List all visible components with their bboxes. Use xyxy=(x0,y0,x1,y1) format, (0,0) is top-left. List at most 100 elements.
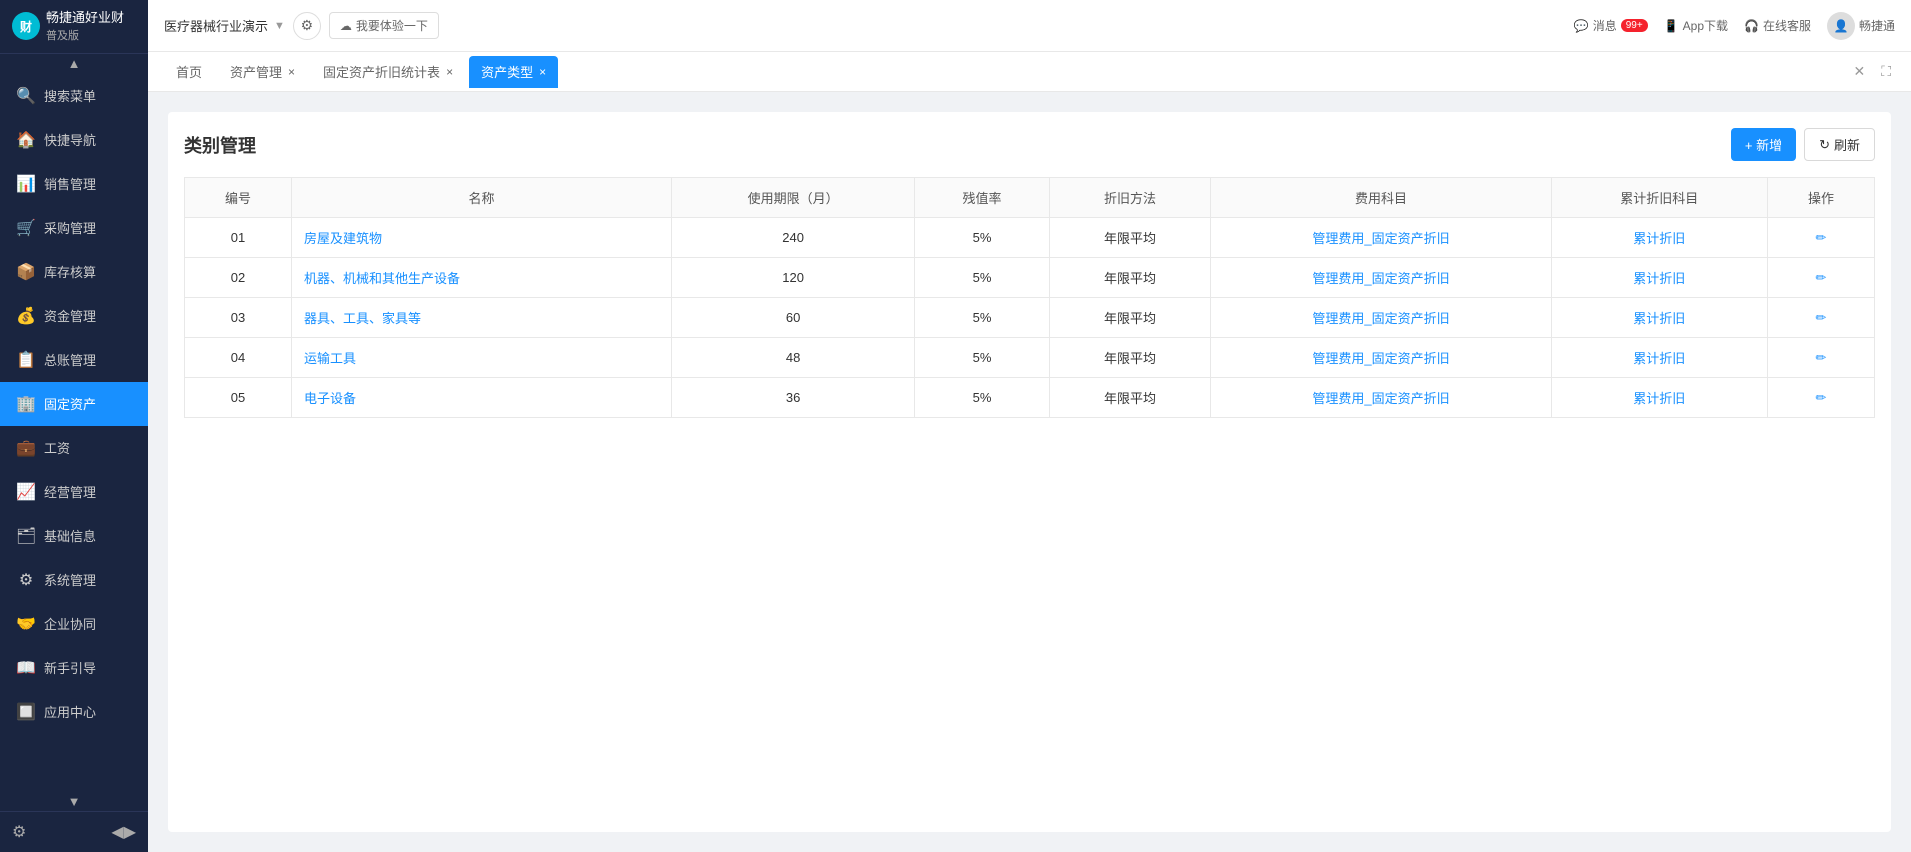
ledger-icon: 📋 xyxy=(16,350,36,370)
sidebar-nav: 🔍 搜索菜单 🏠 快捷导航 📊 销售管理 🛒 采购管理 📦 库存核算 💰 资金管… xyxy=(0,74,148,791)
cell-edit-4[interactable]: ✏ xyxy=(1767,378,1874,418)
close-window-icon[interactable]: ✕ xyxy=(1849,59,1869,84)
fixed-assets-icon: 🏢 xyxy=(16,394,36,414)
cell-residual-2: 5% xyxy=(915,298,1049,338)
company-selector[interactable]: 医疗器械行业演示 ▼ xyxy=(164,16,285,35)
notification-action[interactable]: 💬 消息 99+ xyxy=(1574,17,1648,34)
cell-method-0: 年限平均 xyxy=(1049,218,1211,258)
cell-name-4: 电子设备 xyxy=(292,378,672,418)
cell-period-1: 120 xyxy=(671,258,914,298)
cell-edit-0[interactable]: ✏ xyxy=(1767,218,1874,258)
cell-edit-2[interactable]: ✏ xyxy=(1767,298,1874,338)
sidebar-item-base-info[interactable]: 🗂 基础信息 xyxy=(0,514,148,558)
purchase-label: 采购管理 xyxy=(44,218,96,237)
logo-area: 财 畅捷通好业财 普及版 xyxy=(0,0,148,54)
app-download-action[interactable]: 📱 App下载 xyxy=(1664,17,1728,34)
sidebar-item-fixed-assets[interactable]: 🏢 固定资产 xyxy=(0,382,148,426)
sidebar-item-ledger[interactable]: 📋 总账管理 xyxy=(0,338,148,382)
cell-name-1: 机器、机械和其他生产设备 xyxy=(292,258,672,298)
scroll-up[interactable]: ▲ xyxy=(0,54,148,74)
tab-close-asset-type[interactable]: × xyxy=(539,65,546,79)
sidebar-item-system[interactable]: ⚙ 系统管理 xyxy=(0,558,148,602)
sidebar-item-inventory[interactable]: 📦 库存核算 xyxy=(0,250,148,294)
tab-label-assets: 资产管理 xyxy=(230,62,282,81)
system-icon: ⚙ xyxy=(16,570,36,590)
salary-label: 工资 xyxy=(44,438,70,457)
col-residual: 残值率 xyxy=(915,178,1049,218)
cell-name-0: 房屋及建筑物 xyxy=(292,218,672,258)
cell-name-3: 运输工具 xyxy=(292,338,672,378)
salary-icon: 💼 xyxy=(16,438,36,458)
cell-accum-2: 累计折旧 xyxy=(1551,298,1767,338)
cell-accum-3: 累计折旧 xyxy=(1551,338,1767,378)
cell-residual-3: 5% xyxy=(915,338,1049,378)
tab-close-depreciation[interactable]: × xyxy=(446,65,453,79)
customer-service-icon: 🎧 xyxy=(1744,19,1759,33)
header-actions: + 新增 ↻ 刷新 xyxy=(1731,128,1875,161)
cell-expense-0: 管理费用_固定资产折旧 xyxy=(1211,218,1551,258)
cell-accum-1: 累计折旧 xyxy=(1551,258,1767,298)
tab-close-assets[interactable]: × xyxy=(288,65,295,79)
system-label: 系统管理 xyxy=(44,570,96,589)
cell-expense-1: 管理费用_固定资产折旧 xyxy=(1211,258,1551,298)
sidebar-item-app-center[interactable]: 🔲 应用中心 xyxy=(0,690,148,734)
inventory-icon: 📦 xyxy=(16,262,36,282)
cell-code-1: 02 xyxy=(185,258,292,298)
sidebar-item-operations[interactable]: 📈 经营管理 xyxy=(0,470,148,514)
topbar-settings-icon[interactable]: ⚙ xyxy=(293,12,321,40)
collapse-icon[interactable]: ◀▶ xyxy=(111,822,136,842)
cell-method-4: 年限平均 xyxy=(1049,378,1211,418)
customer-service-label: 在线客服 xyxy=(1763,17,1811,34)
cell-code-0: 01 xyxy=(185,218,292,258)
topbar-right: 💬 消息 99+ 📱 App下载 🎧 在线客服 👤 畅捷通 xyxy=(1574,12,1895,40)
sidebar-item-guide[interactable]: 📖 新手引导 xyxy=(0,646,148,690)
sidebar-item-quick-nav[interactable]: 🏠 快捷导航 xyxy=(0,118,148,162)
tab-label-depreciation: 固定资产折旧统计表 xyxy=(323,62,440,81)
asset-type-table: 编号 名称 使用期限（月） 残值率 折旧方法 费用科目 累计折旧科目 操作 01… xyxy=(184,177,1875,418)
maximize-icon[interactable]: ⛶ xyxy=(1877,59,1895,84)
page-header: 类别管理 + 新增 ↻ 刷新 xyxy=(184,128,1875,161)
sidebar-item-salary[interactable]: 💼 工资 xyxy=(0,426,148,470)
tab-depreciation[interactable]: 固定资产折旧统计表 × xyxy=(311,56,465,88)
topbar: 医疗器械行业演示 ▼ ⚙ ☁ 我要体验一下 💬 消息 99+ 📱 App下载 🎧… xyxy=(148,0,1911,52)
sidebar-item-capital[interactable]: 💰 资金管理 xyxy=(0,294,148,338)
sidebar-item-sales[interactable]: 📊 销售管理 xyxy=(0,162,148,206)
cell-accum-0: 累计折旧 xyxy=(1551,218,1767,258)
new-button[interactable]: + 新增 xyxy=(1731,128,1796,161)
company-arrow-icon: ▼ xyxy=(274,20,285,32)
scroll-down[interactable]: ▼ xyxy=(0,791,148,811)
cloud-icon: ☁ xyxy=(340,19,352,33)
sidebar-item-search[interactable]: 🔍 搜索菜单 xyxy=(0,74,148,118)
cell-edit-3[interactable]: ✏ xyxy=(1767,338,1874,378)
settings-footer-icon[interactable]: ⚙ xyxy=(12,822,26,842)
inventory-label: 库存核算 xyxy=(44,262,96,281)
col-period: 使用期限（月） xyxy=(671,178,914,218)
customer-service-action[interactable]: 🎧 在线客服 xyxy=(1744,17,1811,34)
tab-label-asset-type: 资产类型 xyxy=(481,62,533,81)
cell-edit-1[interactable]: ✏ xyxy=(1767,258,1874,298)
guide-icon: 📖 xyxy=(16,658,36,678)
col-method: 折旧方法 xyxy=(1049,178,1211,218)
col-expense: 费用科目 xyxy=(1211,178,1551,218)
tabs-bar: 首页资产管理 × 固定资产折旧统计表 × 资产类型 × ✕ ⛶ xyxy=(148,52,1911,92)
user-action[interactable]: 👤 畅捷通 xyxy=(1827,12,1895,40)
experience-label: 我要体验一下 xyxy=(356,17,428,34)
refresh-button[interactable]: ↻ 刷新 xyxy=(1804,128,1875,161)
notification-label: 消息 xyxy=(1593,17,1617,34)
experience-button[interactable]: ☁ 我要体验一下 xyxy=(329,12,439,39)
window-controls: ✕ ⛶ xyxy=(1849,59,1895,84)
refresh-label: 刷新 xyxy=(1834,135,1860,154)
purchase-icon: 🛒 xyxy=(16,218,36,238)
table-row: 05 电子设备 36 5% 年限平均 管理费用_固定资产折旧 累计折旧 ✏ xyxy=(185,378,1875,418)
tab-asset-type[interactable]: 资产类型 × xyxy=(469,56,558,88)
logo-text-area: 畅捷通好业财 普及版 xyxy=(46,10,124,43)
tab-home[interactable]: 首页 xyxy=(164,56,214,88)
sidebar-item-purchase[interactable]: 🛒 采购管理 xyxy=(0,206,148,250)
sidebar-item-enterprise[interactable]: 🤝 企业协同 xyxy=(0,602,148,646)
user-avatar: 👤 xyxy=(1827,12,1855,40)
tab-assets[interactable]: 资产管理 × xyxy=(218,56,307,88)
table-row: 04 运输工具 48 5% 年限平均 管理费用_固定资产折旧 累计折旧 ✏ xyxy=(185,338,1875,378)
search-label: 搜索菜单 xyxy=(44,86,96,105)
base-info-icon: 🗂 xyxy=(16,526,36,546)
fixed-assets-label: 固定资产 xyxy=(44,394,96,413)
